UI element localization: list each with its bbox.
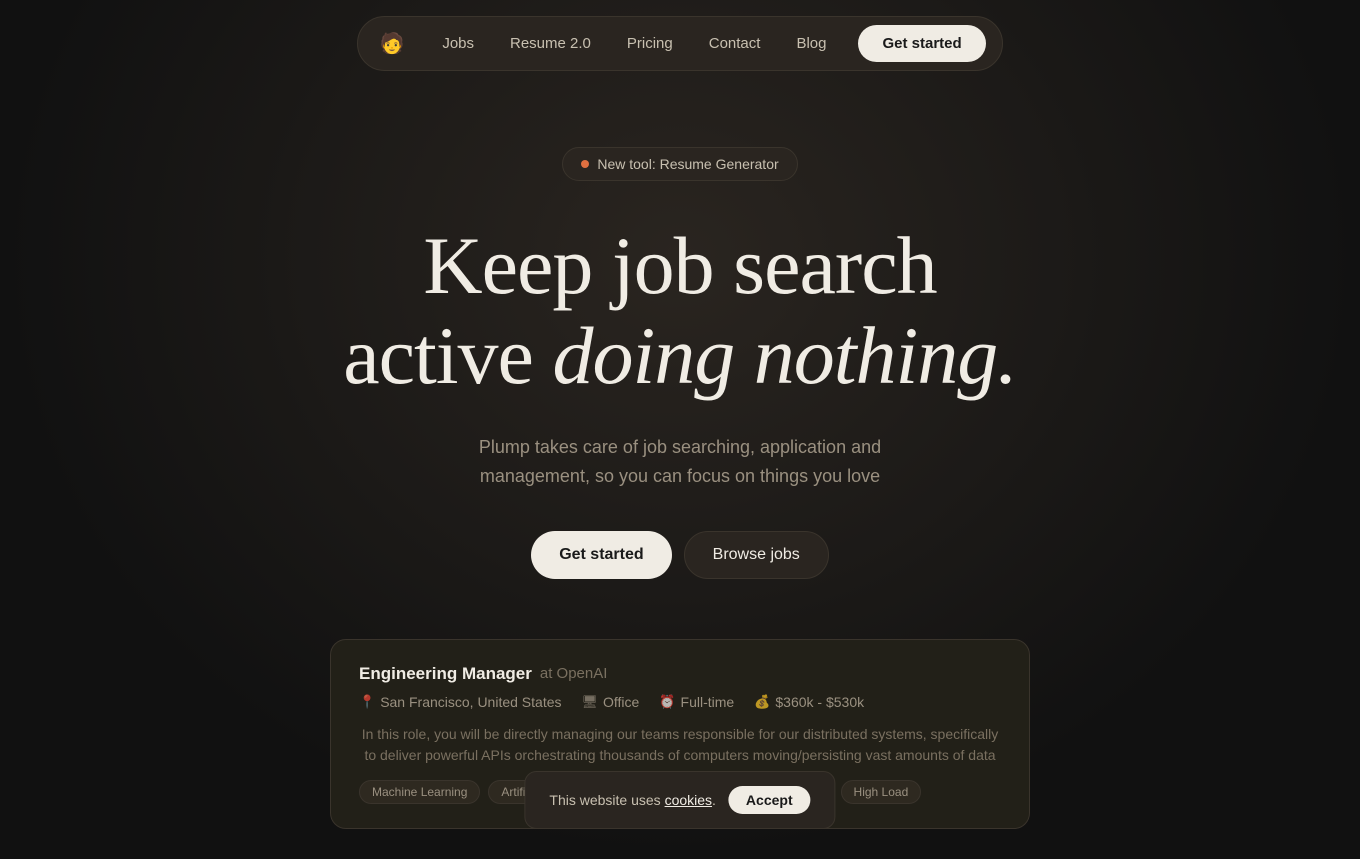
money-icon: 💰 (754, 694, 770, 710)
badge-text: New tool: Resume Generator (597, 156, 778, 172)
hero-subtitle: Plump takes care of job searching, appli… (479, 433, 881, 491)
job-company: at OpenAI (540, 665, 608, 682)
nav-links: Jobs Resume 2.0 Pricing Contact Blog (426, 27, 842, 60)
tag-machine-learning: Machine Learning (359, 780, 480, 804)
hero-get-started-button[interactable]: Get started (531, 531, 671, 579)
nav-container: 🧑 Jobs Resume 2.0 Pricing Contact Blog G… (357, 16, 1002, 71)
navbar: 🧑 Jobs Resume 2.0 Pricing Contact Blog G… (0, 0, 1360, 87)
nav-item-contact[interactable]: Contact (693, 27, 777, 60)
cookies-link[interactable]: cookies (665, 792, 712, 808)
job-title: Engineering Manager (359, 664, 532, 684)
nav-item-jobs[interactable]: Jobs (426, 27, 490, 60)
job-meta: 📍 San Francisco, United States 🖥 Office … (359, 694, 1001, 710)
job-workplace: 🖥 Office (582, 694, 640, 710)
badge-dot-icon (581, 160, 589, 168)
clock-icon: ⏰ (659, 694, 675, 710)
hero-section: New tool: Resume Generator Keep job sear… (0, 87, 1360, 829)
nav-item-blog[interactable]: Blog (780, 27, 842, 60)
tag-high-load: High Load (841, 780, 922, 804)
nav-item-pricing[interactable]: Pricing (611, 27, 689, 60)
job-type: ⏰ Full-time (659, 694, 734, 710)
cookie-banner: This website uses cookies. Accept (524, 771, 835, 829)
job-card-header: Engineering Manager at OpenAI (359, 664, 1001, 684)
cookie-text: This website uses cookies. (549, 792, 716, 808)
location-icon: 📍 (359, 694, 375, 710)
hero-title: Keep job search active doing nothing. (343, 221, 1017, 401)
cookie-accept-button[interactable]: Accept (728, 786, 811, 814)
job-description: In this role, you will be directly manag… (359, 724, 1001, 766)
nav-get-started-button[interactable]: Get started (858, 25, 985, 62)
hero-buttons: Get started Browse jobs (531, 531, 829, 579)
logo-icon: 🧑 (374, 26, 410, 62)
job-location: 📍 San Francisco, United States (359, 694, 562, 710)
building-icon: 🖥 (582, 694, 599, 710)
nav-item-resume[interactable]: Resume 2.0 (494, 27, 607, 60)
hero-browse-jobs-button[interactable]: Browse jobs (684, 531, 829, 579)
job-salary: 💰 $360k - $530k (754, 694, 864, 710)
new-tool-badge[interactable]: New tool: Resume Generator (562, 147, 797, 181)
